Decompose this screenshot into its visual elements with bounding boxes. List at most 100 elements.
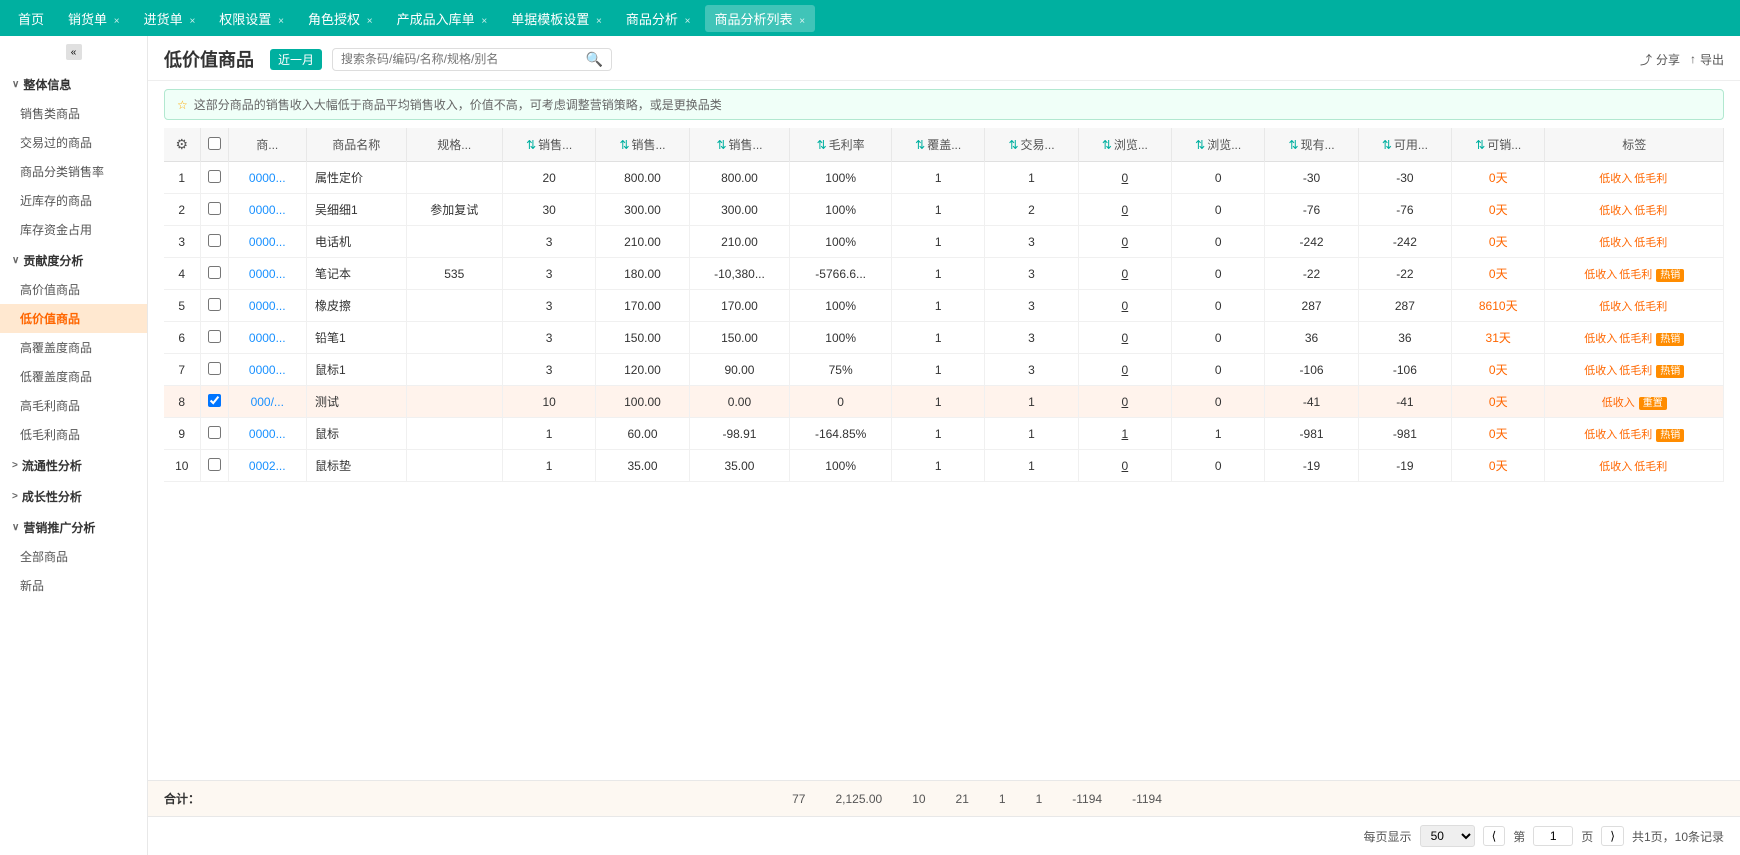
product-name: 鼠标 (307, 418, 407, 450)
browse-count2: 0 (1172, 322, 1265, 354)
row-checkbox[interactable] (200, 354, 228, 386)
column-header-11[interactable]: ⇅浏览... (1078, 128, 1171, 162)
column-header-16[interactable]: 标签 (1545, 128, 1724, 162)
nav-close-icon[interactable]: × (593, 16, 602, 27)
browse-count1[interactable]: 1 (1078, 418, 1171, 450)
column-header-0[interactable]: ⚙ (164, 128, 200, 162)
nav-item-权限设置[interactable]: 权限设置 × (209, 5, 294, 32)
nav-close-icon[interactable]: × (111, 16, 120, 27)
sidebar-item-全部商品[interactable]: 全部商品 (0, 542, 147, 571)
browse-count1[interactable]: 0 (1078, 386, 1171, 418)
sales-amount: 60.00 (596, 418, 689, 450)
sidebar-item-高覆盖度商品[interactable]: 高覆盖度商品 (0, 333, 147, 362)
product-tags: 低收入低毛利热销 (1545, 354, 1724, 386)
sidebar-group-成长性分析[interactable]: >成长性分析 (0, 480, 147, 511)
sidebar-item-低覆盖度商品[interactable]: 低覆盖度商品 (0, 362, 147, 391)
column-header-4[interactable]: 规格... (406, 128, 502, 162)
browse-count1[interactable]: 0 (1078, 226, 1171, 258)
collapse-btn[interactable]: « (66, 44, 82, 60)
browse-count1[interactable]: 0 (1078, 258, 1171, 290)
sidebar-item-低价值商品[interactable]: 低价值商品 (0, 304, 147, 333)
column-header-12[interactable]: ⇅浏览... (1172, 128, 1265, 162)
nav-close-icon[interactable]: × (187, 16, 196, 27)
nav-item-进货单[interactable]: 进货单 × (134, 5, 206, 32)
page-size-select[interactable]: 5020100 (1420, 825, 1475, 847)
export-button[interactable]: ↑ 导出 (1690, 51, 1724, 68)
stock-days: 0天 (1452, 450, 1545, 482)
nav-close-icon[interactable]: × (797, 16, 806, 27)
browse-count1[interactable]: 0 (1078, 322, 1171, 354)
column-header-7[interactable]: ⇅销售... (689, 128, 790, 162)
share-button[interactable]: ⤴ 分享 (1640, 51, 1680, 68)
row-checkbox[interactable] (200, 258, 228, 290)
sidebar-item-商品分类销售率[interactable]: 商品分类销售率 (0, 157, 147, 186)
gear-icon[interactable]: ⚙ (175, 136, 188, 152)
row-checkbox[interactable] (200, 290, 228, 322)
gross-rate: 100% (790, 162, 892, 194)
column-header-8[interactable]: ⇅毛利率 (790, 128, 892, 162)
sidebar-group-流通性分析[interactable]: >流通性分析 (0, 449, 147, 480)
sidebar-item-低毛利商品[interactable]: 低毛利商品 (0, 420, 147, 449)
column-header-6[interactable]: ⇅销售... (596, 128, 689, 162)
sidebar-item-销售类商品[interactable]: 销售类商品 (0, 99, 147, 128)
notice-text: 这部分商品的销售收入大幅低于商品平均销售收入，价值不高，可考虑调整营销策略，或是… (194, 96, 722, 113)
browse-count1[interactable]: 0 (1078, 354, 1171, 386)
column-header-2[interactable]: 商... (228, 128, 307, 162)
column-header-1[interactable] (200, 128, 228, 162)
nav-item-首页[interactable]: 首页 (8, 5, 54, 32)
trade-count: 1 (985, 386, 1078, 418)
browse-count1[interactable]: 0 (1078, 162, 1171, 194)
select-all-checkbox[interactable] (208, 137, 221, 150)
page-next-btn[interactable]: ⟩ (1601, 826, 1624, 846)
sort-icon: ⇅ (915, 138, 925, 152)
sales-amount: 170.00 (596, 290, 689, 322)
row-checkbox[interactable] (200, 194, 228, 226)
column-header-14[interactable]: ⇅可用... (1358, 128, 1451, 162)
sidebar-item-库存资金占用[interactable]: 库存资金占用 (0, 215, 147, 244)
row-checkbox[interactable] (200, 450, 228, 482)
nav-close-icon[interactable]: × (364, 16, 373, 27)
stock-usable: -41 (1358, 386, 1451, 418)
top-nav: 首页销货单 ×进货单 ×权限设置 ×角色授权 ×产成品入库单 ×单据模板设置 ×… (0, 0, 1740, 36)
column-header-10[interactable]: ⇅交易... (985, 128, 1078, 162)
nav-close-icon[interactable]: × (479, 16, 488, 27)
stock-usable: -19 (1358, 450, 1451, 482)
product-tags: 低收入低毛利热销 (1545, 322, 1724, 354)
nav-item-单据模板设置[interactable]: 单据模板设置 × (501, 5, 612, 32)
search-input[interactable] (341, 52, 586, 66)
column-header-15[interactable]: ⇅可销... (1452, 128, 1545, 162)
sidebar-group-贡献度分析[interactable]: ∨贡献度分析 (0, 244, 147, 275)
nav-close-icon[interactable]: × (682, 16, 691, 27)
sidebar-item-新品[interactable]: 新品 (0, 571, 147, 600)
browse-count1[interactable]: 0 (1078, 290, 1171, 322)
nav-item-产成品入库单[interactable]: 产成品入库单 × (387, 5, 498, 32)
sidebar-group-整体信息[interactable]: ∨整体信息 (0, 68, 147, 99)
column-header-5[interactable]: ⇅销售... (502, 128, 595, 162)
browse-count1[interactable]: 0 (1078, 194, 1171, 226)
browse-count1[interactable]: 0 (1078, 450, 1171, 482)
sidebar-item-近库存的商品[interactable]: 近库存的商品 (0, 186, 147, 215)
column-header-3[interactable]: 商品名称 (307, 128, 407, 162)
row-checkbox[interactable] (200, 226, 228, 258)
column-header-13[interactable]: ⇅现有... (1265, 128, 1358, 162)
nav-item-商品分析列表[interactable]: 商品分析列表 × (705, 5, 816, 32)
page-number-input[interactable] (1533, 826, 1573, 846)
sidebar-item-高价值商品[interactable]: 高价值商品 (0, 275, 147, 304)
search-icon[interactable]: 🔍 (586, 51, 603, 68)
row-checkbox[interactable] (200, 162, 228, 194)
tag-button[interactable]: 近一月 (270, 49, 322, 70)
row-checkbox[interactable] (200, 418, 228, 450)
sidebar-group-营销推广分析[interactable]: ∨营销推广分析 (0, 511, 147, 542)
nav-item-销货单[interactable]: 销货单 × (58, 5, 130, 32)
row-checkbox[interactable] (200, 322, 228, 354)
nav-close-icon[interactable]: × (275, 16, 284, 27)
row-checkbox[interactable] (200, 386, 228, 418)
nav-item-商品分析[interactable]: 商品分析 × (616, 5, 701, 32)
stock-days: 0天 (1452, 418, 1545, 450)
column-header-9[interactable]: ⇅覆盖... (892, 128, 985, 162)
page-first-btn[interactable]: ⟨ (1483, 826, 1506, 846)
tag-hot: 热销 (1656, 429, 1684, 442)
nav-item-角色授权[interactable]: 角色授权 × (298, 5, 383, 32)
sidebar-item-高毛利商品[interactable]: 高毛利商品 (0, 391, 147, 420)
sidebar-item-交易过的商品[interactable]: 交易过的商品 (0, 128, 147, 157)
